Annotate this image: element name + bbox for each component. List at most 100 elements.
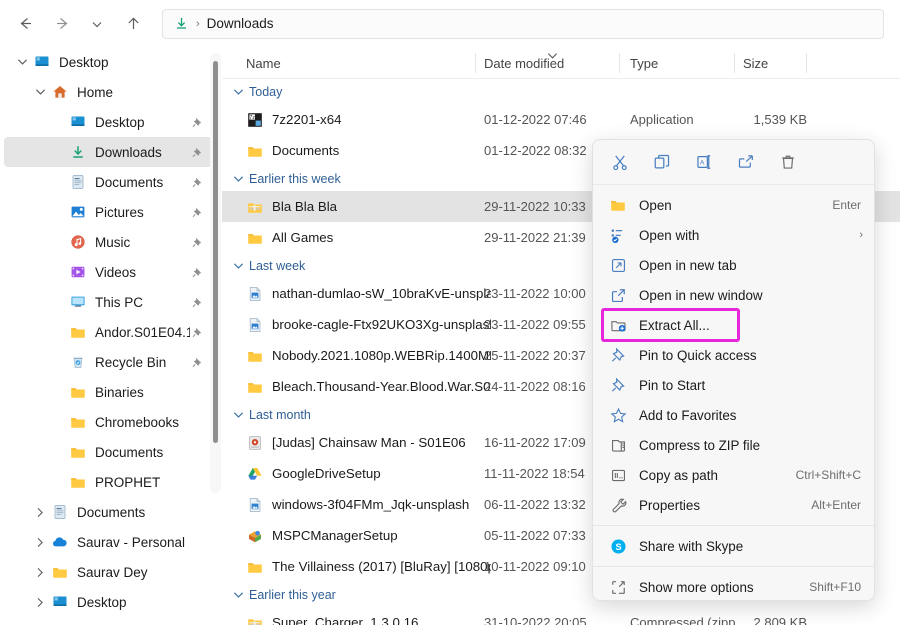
group-collapse-chevron-icon[interactable] [230, 175, 246, 183]
expand-chevron-right-icon[interactable] [30, 497, 50, 527]
desktop-icon [50, 592, 70, 612]
expand-placeholder [48, 257, 68, 287]
expand-chevron-right-icon[interactable] [30, 527, 50, 557]
sidebar-item-home[interactable]: Home [4, 77, 212, 107]
context-menu-item-pin-to-quick-access[interactable]: Pin to Quick access [598, 340, 869, 370]
pin-icon[interactable] [190, 325, 204, 339]
sidebar-item-label: Documents [77, 504, 146, 520]
pin-icon[interactable] [190, 355, 204, 369]
sidebar-item-desktop[interactable]: Desktop [4, 107, 212, 137]
sidebar-item-videos[interactable]: Videos [4, 257, 212, 287]
column-separator[interactable] [806, 53, 807, 73]
group-collapse-chevron-icon[interactable] [230, 262, 246, 270]
column-header-type[interactable]: Type [630, 47, 658, 79]
context-menu-item-show-more-options[interactable]: Show more options Shift+F10 [598, 572, 869, 600]
sidebar-scrollbar[interactable] [210, 53, 221, 493]
file-name-label: 7z2201-x64 [272, 112, 342, 127]
sidebar-item-prophet[interactable]: PROPHET [4, 467, 212, 497]
copy-icon[interactable] [643, 145, 681, 179]
address-bar[interactable]: › Downloads [162, 8, 884, 39]
column-separator[interactable] [734, 53, 735, 73]
image-icon [246, 316, 263, 333]
context-menu: A Open Enter Open with › Open in new tab Open… [592, 139, 875, 601]
context-menu-item-copy-as-path[interactable]: Copy as path Ctrl+Shift+C [598, 460, 869, 490]
sidebar-item-chromebooks[interactable]: Chromebooks [4, 407, 212, 437]
sidebar-item-desktop[interactable]: Desktop [4, 587, 212, 617]
context-menu-item-extract-all[interactable]: Extract All... [598, 308, 869, 342]
column-header-name[interactable]: Name [246, 47, 281, 79]
cut-icon[interactable] [601, 145, 639, 179]
file-row[interactable]: 7z 7z2201-x64 01-12-2022 07:46 Application 1… [222, 104, 900, 135]
file-row[interactable]: Super_Charger_1.3.0.16 31-10-2022 20:05 Co… [222, 607, 900, 625]
expand-chevron-down-icon[interactable] [30, 77, 50, 107]
file-name-label: MSPCManagerSetup [272, 528, 398, 543]
group-collapse-chevron-icon[interactable] [230, 88, 246, 96]
sidebar-item-music[interactable]: Music [4, 227, 212, 257]
context-menu-item-share-with-skype[interactable]: S Share with Skype [598, 531, 869, 561]
context-menu-item-add-to-favorites[interactable]: Add to Favorites [598, 400, 869, 430]
file-date-modified: 25-11-2022 20:37 [484, 348, 586, 363]
sidebar-item-binaries[interactable]: Binaries [4, 377, 212, 407]
sidebar-item-this-pc[interactable]: This PC [4, 287, 212, 317]
sort-caret-icon [547, 53, 558, 59]
column-separator[interactable] [619, 53, 620, 73]
sidebar-item-label: PROPHET [95, 474, 161, 490]
sidebar-item-downloads[interactable]: Downloads [4, 137, 212, 167]
sidebar-item-recycle-bin[interactable]: Recycle Bin [4, 347, 212, 377]
context-menu-item-open-with[interactable]: Open with › [598, 220, 869, 250]
rename-icon[interactable]: A [685, 145, 723, 179]
submenu-chevron-right-icon[interactable]: › [859, 229, 863, 241]
share-icon[interactable] [727, 145, 765, 179]
expand-chevron-right-icon[interactable] [30, 557, 50, 587]
pin-icon[interactable] [190, 295, 204, 309]
sidebar-item-documents[interactable]: Documents [4, 167, 212, 197]
expand-chevron-right-icon[interactable] [30, 587, 50, 617]
downloads-icon [173, 16, 189, 32]
recent-locations-button[interactable] [82, 9, 112, 39]
group-collapse-chevron-icon[interactable] [230, 411, 246, 419]
context-menu-item-open-in-new-tab[interactable]: Open in new tab [598, 250, 869, 280]
column-separator[interactable] [475, 53, 476, 73]
sidebar-item-label: Music [95, 234, 131, 250]
context-menu-item-properties[interactable]: Properties Alt+Enter [598, 490, 869, 520]
sidebar-item-pictures[interactable]: Pictures [4, 197, 212, 227]
folder-icon [246, 347, 263, 364]
folder-icon [607, 195, 629, 215]
context-menu-item-open-in-new-window[interactable]: Open in new window [598, 280, 869, 310]
context-menu-item-pin-to-start[interactable]: Pin to Start [598, 370, 869, 400]
group-collapse-chevron-icon[interactable] [230, 591, 246, 599]
sidebar-item-documents[interactable]: Documents [4, 437, 212, 467]
delete-icon[interactable] [769, 145, 807, 179]
file-date-modified: 23-11-2022 10:00 [484, 286, 586, 301]
context-menu-item-open[interactable]: Open Enter [598, 190, 869, 220]
zip-icon [246, 614, 263, 625]
pin-icon[interactable] [190, 145, 204, 159]
file-group-header[interactable]: Today [222, 79, 900, 104]
column-header-size[interactable]: Size [743, 47, 768, 79]
sidebar-item-andor-s01e04-1080p-web[interactable]: Andor.S01E04.1080p.WEB [4, 317, 212, 347]
sidebar-item-label: Saurav Dey [77, 564, 148, 580]
expand-placeholder [48, 167, 68, 197]
sidebar-item-desktop[interactable]: Desktop [4, 47, 212, 77]
pin-icon[interactable] [190, 175, 204, 189]
sidebar-item-documents[interactable]: Documents [4, 497, 212, 527]
pin-icon[interactable] [190, 205, 204, 219]
expand-chevron-down-icon[interactable] [12, 47, 32, 77]
sidebar-item-saurav-dey[interactable]: Saurav Dey [4, 557, 212, 587]
file-type: Compressed (zipp... [630, 615, 747, 625]
context-menu-item-compress-to-zip-file[interactable]: Compress to ZIP file [598, 430, 869, 460]
sidebar-item-saurav-personal[interactable]: Saurav - Personal [4, 527, 212, 557]
context-menu-shortcut: Alt+Enter [811, 498, 861, 512]
pin-icon[interactable] [190, 265, 204, 279]
pin-icon[interactable] [190, 115, 204, 129]
context-menu-item-label: Open in new window [639, 287, 763, 303]
pin-icon[interactable] [190, 235, 204, 249]
file-name-cell: 7z 7z2201-x64 [246, 111, 342, 128]
expand-placeholder [48, 437, 68, 467]
forward-button[interactable] [46, 9, 76, 39]
back-button[interactable] [10, 9, 40, 39]
new-window-icon [607, 285, 629, 305]
pin-icon [607, 345, 629, 365]
sidebar-scrollbar-thumb[interactable] [213, 61, 218, 443]
up-button[interactable] [118, 9, 148, 39]
